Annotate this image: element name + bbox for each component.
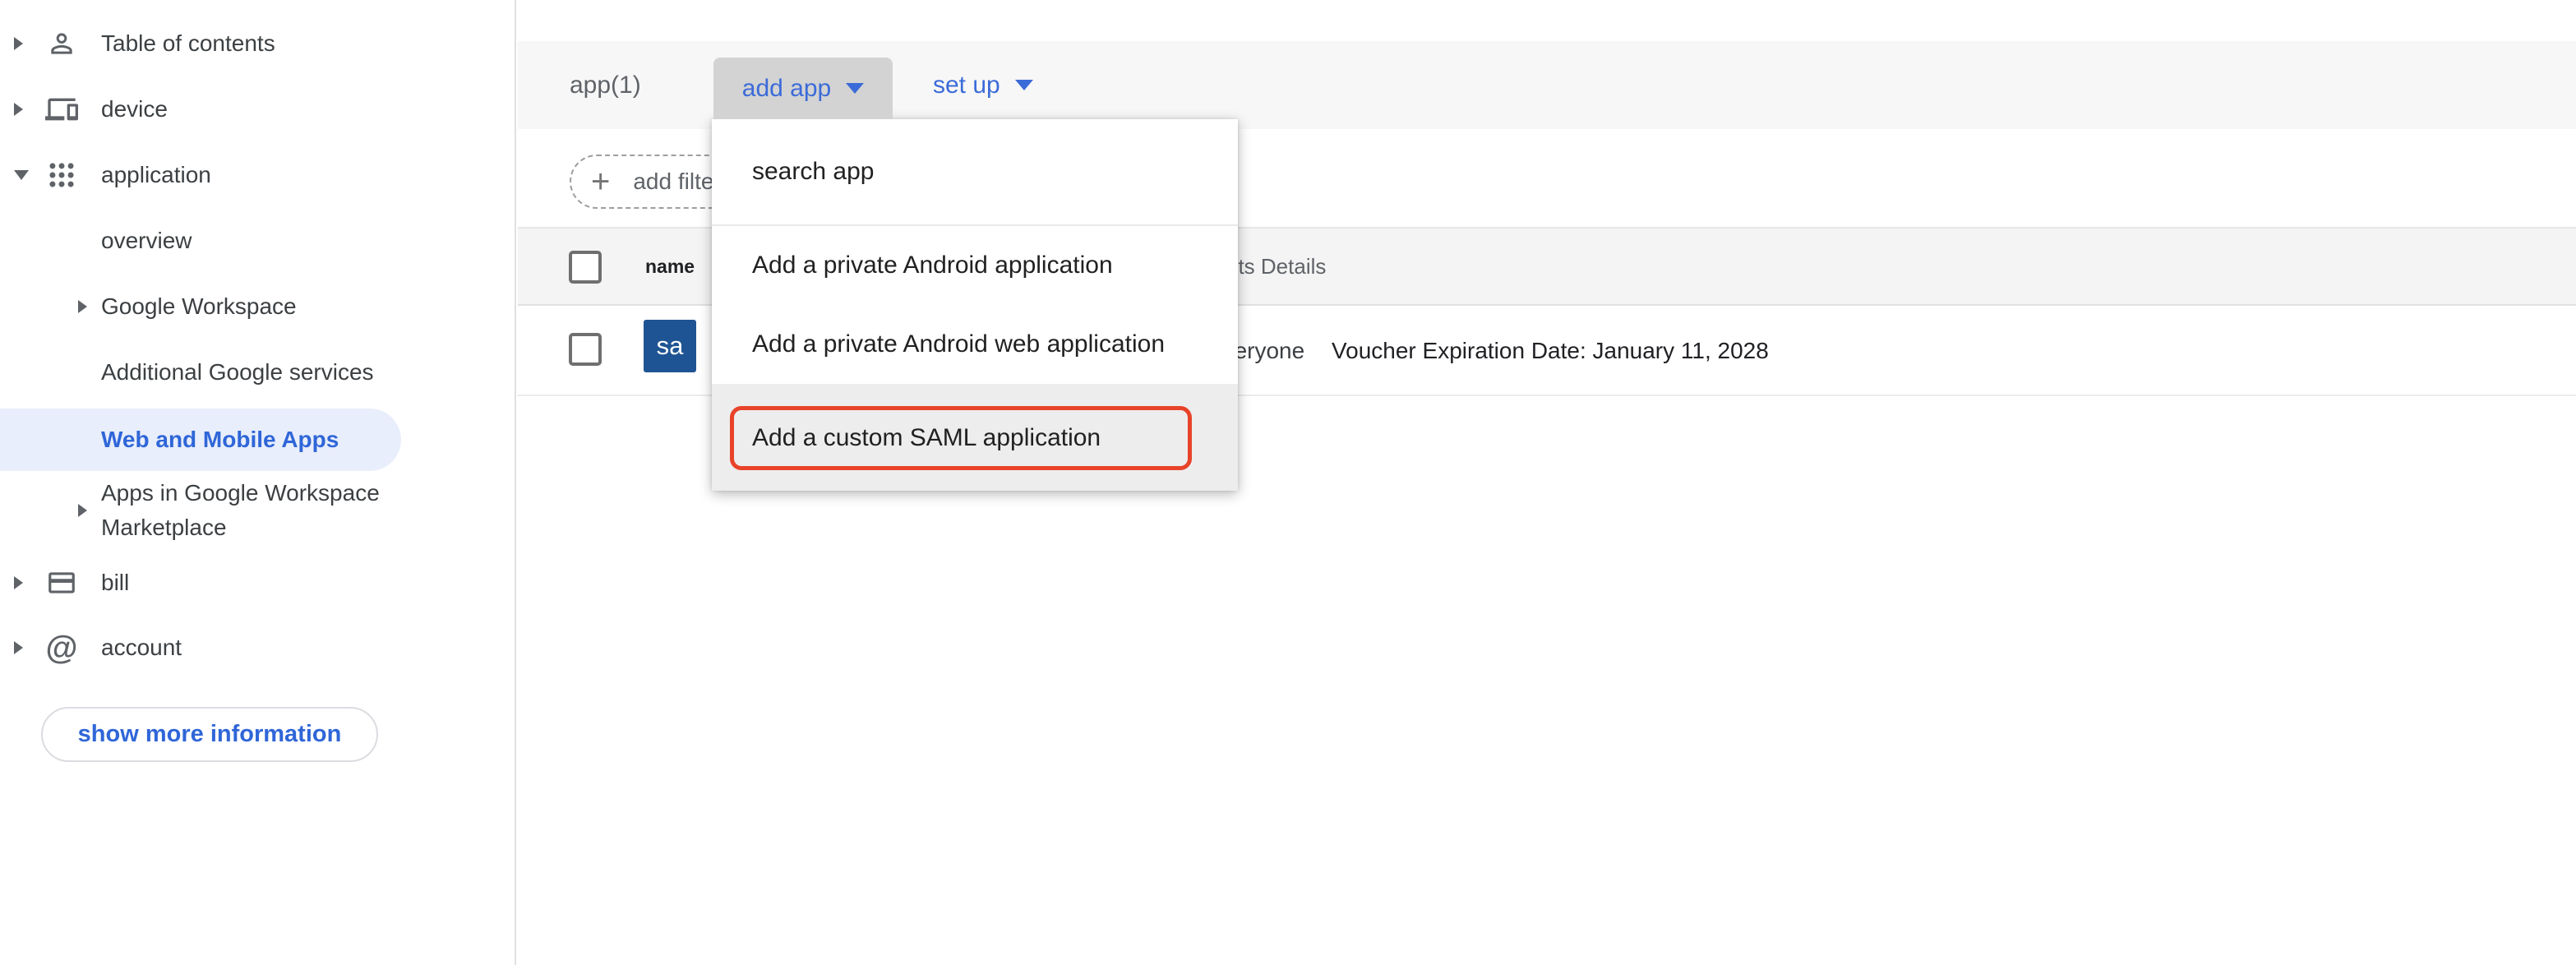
menu-item-custom-saml-app[interactable]: Add a custom SAML application [712,384,1238,491]
column-header-name: name [645,256,695,277]
plus-icon: + [591,164,611,200]
sidebar-item-overview[interactable]: overview [0,218,515,264]
select-all-checkbox[interactable] [569,251,602,284]
sidebar-item-bill[interactable]: bill [0,560,515,606]
add-app-button-label: add app [741,74,832,102]
apps-grid-icon [45,159,78,192]
person-icon [45,27,78,60]
credit-card-icon [45,566,78,599]
set-up-button-label: set up [933,71,1000,99]
set-up-button[interactable]: set up [933,41,1033,129]
sidebar-item-label: Google Workspace [101,293,297,319]
chevron-down-icon[interactable] [14,170,29,180]
sidebar-item-label: Table of contents [101,30,275,56]
add-app-dropdown-menu: search app Add a private Android applica… [712,119,1238,491]
row-checkbox[interactable] [569,333,602,366]
chevron-right-icon[interactable] [78,504,87,517]
sidebar-item-label: application [101,162,211,187]
sidebar-item-apps-in-marketplace[interactable]: Apps in Google Workspace Marketplace [0,471,515,550]
sidebar-item-label: Apps in Google Workspace Marketplace [101,480,380,540]
sidebar-item-label: account [101,635,182,660]
app-count-label: app(1) [570,72,641,99]
sidebar-item-web-and-mobile-apps[interactable]: Web and Mobile Apps [0,409,515,471]
sidebar-nav: Table of contents device application ove… [0,0,516,965]
details-cell: Voucher Expiration Date: January 11, 202… [1332,338,1769,363]
add-app-button[interactable]: add app [713,58,893,119]
menu-item-label: Add a custom SAML application [752,424,1101,451]
sidebar-item-account[interactable]: @ account [0,625,515,671]
menu-item-search-app[interactable]: search app [712,119,1238,224]
sidebar-item-label: Web and Mobile Apps [101,427,339,452]
column-header-details: nts Details [1226,254,1327,279]
sidebar-item-label: overview [101,228,192,253]
sidebar-item-application[interactable]: application [0,152,515,198]
chevron-right-icon[interactable] [14,37,23,50]
chevron-right-icon[interactable] [14,641,23,654]
chevron-right-icon[interactable] [14,576,23,589]
add-filter-label: add filter [633,169,722,194]
highlight-annotation-box: Add a custom SAML application [730,406,1192,470]
at-sign-icon: @ [45,630,78,666]
menu-item-private-android-app[interactable]: Add a private Android application [712,226,1238,305]
menu-item-private-android-web-app[interactable]: Add a private Android web application [712,305,1238,384]
sidebar-item-google-workspace[interactable]: Google Workspace [0,284,515,330]
chevron-right-icon[interactable] [14,103,23,116]
sidebar-item-additional-google-services[interactable]: Additional Google services [0,349,515,395]
show-more-information-button[interactable]: show more information [41,707,378,762]
admin-console-page: Table of contents device application ove… [0,0,2576,965]
sidebar-item-label: Additional Google services [101,359,374,385]
devices-icon [45,93,78,126]
dropdown-caret-icon [1014,80,1033,90]
sidebar-item-label: device [101,96,168,122]
sidebar-item-label: bill [101,570,130,595]
dropdown-caret-icon [846,83,865,94]
sidebar-item-table-of-contents[interactable]: Table of contents [0,21,515,67]
chevron-right-icon[interactable] [78,300,87,313]
sidebar-item-device[interactable]: device [0,86,515,132]
app-avatar: sa [644,320,696,372]
